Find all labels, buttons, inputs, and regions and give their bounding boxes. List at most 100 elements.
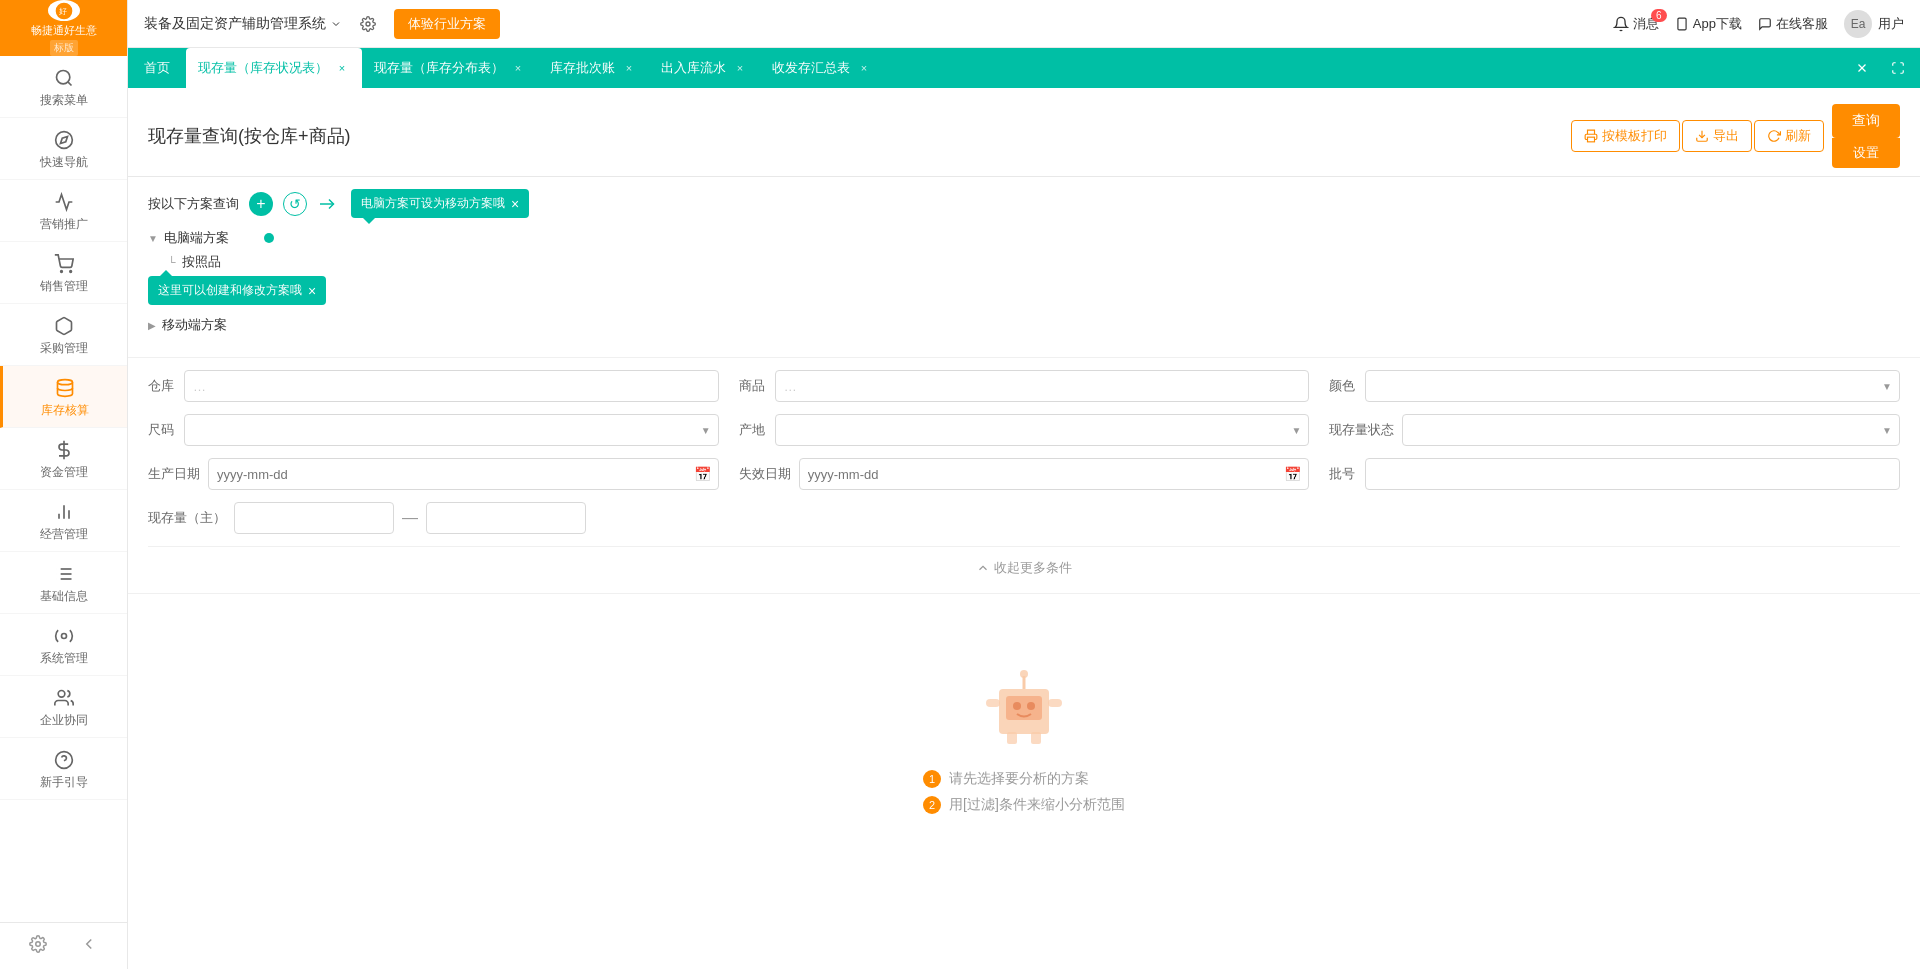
tab-home[interactable]: 首页: [128, 48, 186, 88]
print-button[interactable]: 按模板打印: [1571, 120, 1680, 152]
tab-close-collect[interactable]: ×: [856, 60, 872, 76]
production-date-input[interactable]: [208, 458, 719, 490]
size-select[interactable]: [184, 414, 719, 446]
inventory-amount-max[interactable]: [426, 502, 586, 534]
empty-steps: 1 请先选择要分析的方案 2 用[过滤]条件来缩小分析范围: [923, 770, 1125, 814]
gear-button[interactable]: [354, 10, 382, 38]
industry-button[interactable]: 体验行业方案: [394, 9, 500, 39]
tab-bar: 首页 现存量（库存状况表） × 现存量（库存分布表） × 库存批次账 × 出入库…: [128, 48, 1920, 88]
filter-warehouse: 仓库 …: [148, 370, 719, 402]
notification-badge: 6: [1651, 9, 1667, 22]
sidebar-label: 快速导航: [40, 154, 88, 171]
scheme-sub[interactable]: └ 按照品: [148, 250, 1900, 274]
scheme-pc-label: 电脑端方案: [164, 229, 229, 247]
tab-close-batch[interactable]: ×: [621, 60, 637, 76]
svg-point-19: [61, 634, 66, 639]
tooltip-scheme-edit: 这里可以创建和修改方案哦 ×: [148, 276, 326, 305]
page-title: 现存量查询(按仓库+商品): [148, 124, 351, 148]
origin-select[interactable]: [775, 414, 1310, 446]
tooltip-close-1[interactable]: ×: [511, 196, 519, 212]
refresh-button[interactable]: 刷新: [1754, 120, 1824, 152]
tooltip-close-2[interactable]: ×: [308, 283, 316, 299]
user-avatar: Ea: [1844, 10, 1872, 38]
tab-close-inventory-dist[interactable]: ×: [510, 60, 526, 76]
sidebar-item-basic[interactable]: 基础信息: [0, 552, 127, 614]
tab-flow[interactable]: 出入库流水 ×: [649, 48, 760, 88]
sidebar-item-quick-nav[interactable]: 快速导航: [0, 118, 127, 180]
step-1-text: 请先选择要分析的方案: [949, 770, 1089, 788]
filter-arrow-button[interactable]: [317, 192, 341, 216]
filter-add-button[interactable]: +: [249, 192, 273, 216]
svg-rect-29: [1588, 137, 1595, 142]
svg-point-34: [1013, 702, 1021, 710]
scheme-mobile[interactable]: ▶ 移动端方案: [148, 313, 1900, 337]
tab-close-flow[interactable]: ×: [732, 60, 748, 76]
app-download-btn[interactable]: App下载: [1675, 15, 1742, 33]
online-service-label: 在线客服: [1776, 15, 1828, 33]
sidebar-item-operations[interactable]: 经营管理: [0, 490, 127, 552]
goods-select[interactable]: …: [775, 370, 1310, 402]
empty-state: 1 请先选择要分析的方案 2 用[过滤]条件来缩小分析范围: [128, 594, 1920, 874]
expiry-date-input[interactable]: [799, 458, 1310, 490]
inventory-status-select-wrap: ▼: [1402, 414, 1900, 446]
header-left: 装备及固定资产辅助管理系统 体验行业方案: [144, 9, 500, 39]
svg-point-23: [36, 942, 41, 947]
goods-label: 商品: [739, 377, 767, 395]
collapse-button[interactable]: 收起更多条件: [976, 559, 1072, 577]
tab-inventory-dist[interactable]: 现存量（库存分布表） ×: [362, 48, 538, 88]
svg-point-41: [1020, 670, 1028, 678]
warehouse-select-wrap: …: [184, 370, 719, 402]
sidebar-item-guide[interactable]: 新手引导: [0, 738, 127, 800]
tab-batch[interactable]: 库存批次账 ×: [538, 48, 649, 88]
notification-btn[interactable]: 消息 6: [1613, 15, 1659, 33]
scheme-pc[interactable]: ▼ 电脑端方案: [148, 226, 1900, 250]
svg-point-24: [366, 22, 370, 26]
sidebar-item-search[interactable]: 搜索菜单: [0, 56, 127, 118]
warehouse-select[interactable]: …: [184, 370, 719, 402]
user-menu[interactable]: Ea 用户: [1844, 10, 1904, 38]
svg-point-8: [58, 380, 73, 385]
empty-step-1: 1 请先选择要分析的方案: [923, 770, 1125, 788]
page-actions: 按模板打印 导出 刷新 查询 设置: [1571, 104, 1900, 168]
expiry-date-wrap: 📅: [799, 458, 1310, 490]
setting-button[interactable]: 设置: [1832, 138, 1900, 168]
production-date-wrap: 📅: [208, 458, 719, 490]
svg-point-2: [56, 71, 69, 84]
sidebar-item-enterprise[interactable]: 企业协同: [0, 676, 127, 738]
sidebar-item-marketing[interactable]: 营销推广: [0, 180, 127, 242]
tab-close-inventory-status[interactable]: ×: [334, 60, 350, 76]
production-date-calendar-icon[interactable]: 📅: [694, 466, 711, 482]
filter-area: 按以下方案查询 + ↺ 电脑方案可设为移动方案哦 ×: [128, 177, 1920, 358]
inventory-status-select[interactable]: [1402, 414, 1900, 446]
sidebar-item-inventory[interactable]: 库存核算: [0, 366, 127, 428]
filter-goods: 商品 …: [739, 370, 1310, 402]
sidebar-item-system[interactable]: 系统管理: [0, 614, 127, 676]
tab-collect[interactable]: 收发存汇总表 ×: [760, 48, 884, 88]
sidebar-item-finance[interactable]: 资金管理: [0, 428, 127, 490]
warehouse-dots: …: [193, 379, 206, 394]
sidebar-item-sales[interactable]: 销售管理: [0, 242, 127, 304]
inventory-amount-min[interactable]: [234, 502, 394, 534]
tab-inventory-status[interactable]: 现存量（库存状况表） ×: [186, 48, 362, 88]
sidebar-nav: 搜索菜单 快速导航 营销推广 销售管理 采购管理 库存核算 资金: [0, 56, 127, 922]
color-select[interactable]: [1365, 370, 1900, 402]
tooltip-text-2: 这里可以创建和修改方案哦: [158, 282, 302, 299]
filter-refresh-button[interactable]: ↺: [283, 192, 307, 216]
sidebar-label: 搜索菜单: [40, 92, 88, 109]
tab-fullscreen-btn[interactable]: [1884, 54, 1912, 82]
collapse-icon[interactable]: [80, 935, 98, 957]
export-button[interactable]: 导出: [1682, 120, 1752, 152]
svg-line-3: [67, 82, 71, 86]
sidebar-item-purchase[interactable]: 采购管理: [0, 304, 127, 366]
query-button[interactable]: 查询: [1832, 104, 1900, 138]
system-name-select[interactable]: 装备及固定资产辅助管理系统: [144, 15, 342, 33]
tab-close-all-btn[interactable]: [1848, 54, 1876, 82]
settings-icon[interactable]: [29, 935, 47, 957]
online-service-btn[interactable]: 在线客服: [1758, 15, 1828, 33]
filter-expiry-date: 失效日期 📅: [739, 458, 1310, 490]
batch-input[interactable]: [1365, 458, 1900, 490]
scheme-tree: ▼ 电脑端方案 └ 按照品 这里可以创建和修改方案哦 ×: [148, 226, 1900, 337]
warehouse-label: 仓库: [148, 377, 176, 395]
range-dash: —: [402, 509, 418, 527]
expiry-date-calendar-icon[interactable]: 📅: [1284, 466, 1301, 482]
